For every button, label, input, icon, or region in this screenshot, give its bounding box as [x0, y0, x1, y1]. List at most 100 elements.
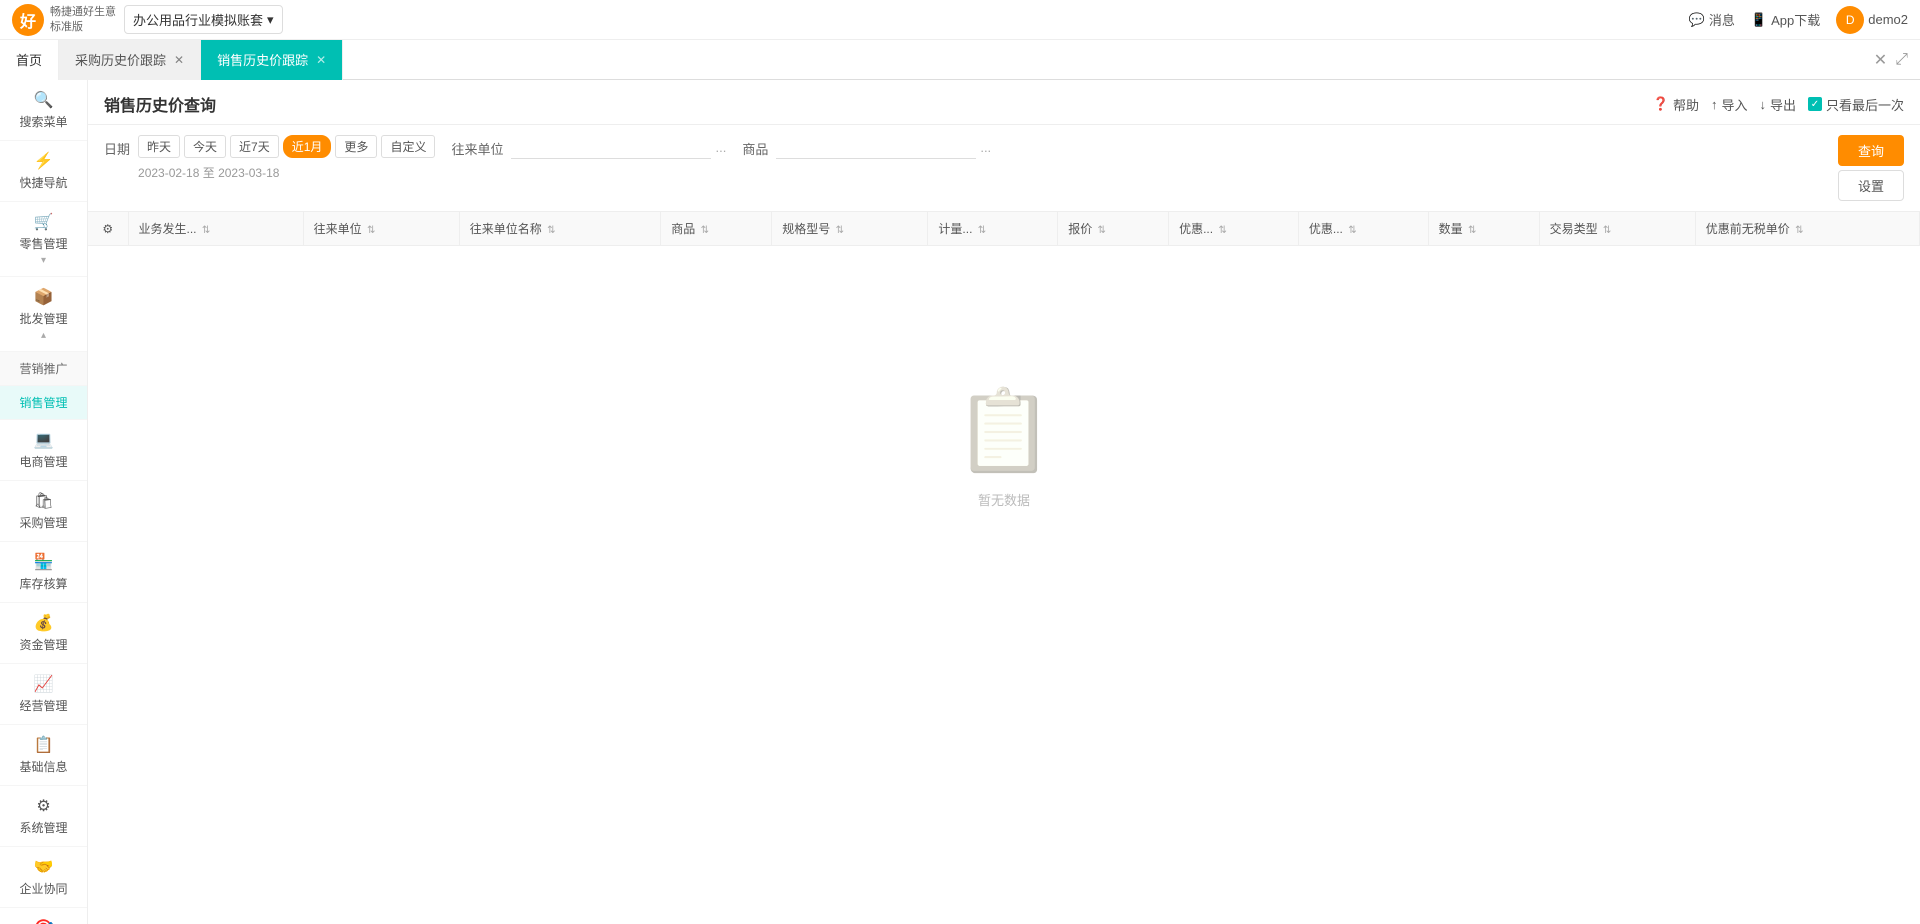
product-picker-icon[interactable]: ... — [980, 140, 991, 155]
app-selector[interactable]: 办公用品行业模拟账套 ▾ — [124, 5, 283, 34]
close-sales-tab-icon[interactable]: ✕ — [316, 53, 326, 67]
product-input-group: ... — [776, 135, 991, 159]
page-actions: ❓ 帮助 ↑ 导入 ↓ 导出 ✓ 只看最后一次 — [1653, 95, 1904, 114]
th-biz-date[interactable]: 业务发生... ⇅ — [128, 212, 303, 246]
sidebar-item-purchase-mgmt[interactable]: 🛍 采购管理 — [0, 481, 87, 542]
sort-icon-product: ⇅ — [701, 225, 709, 236]
date-btn-custom[interactable]: 自定义 — [381, 135, 435, 158]
system-icon: ⚙ — [36, 796, 50, 816]
close-purchase-tab-icon[interactable]: ✕ — [174, 53, 184, 67]
product-input[interactable] — [776, 135, 976, 159]
date-filter-group: 日期 昨天 今天 近7天 近1月 更多 自定义 2023-02-18 至 202… — [104, 135, 435, 181]
sort-icon-spec: ⇅ — [836, 225, 844, 236]
export-icon: ↓ — [1759, 97, 1766, 112]
sort-icon-trade-type: ⇅ — [1603, 225, 1611, 236]
query-button[interactable]: 查询 — [1838, 135, 1904, 166]
sort-icon-quantity: ⇅ — [1468, 225, 1476, 236]
quick-nav-icon: ⚡ — [34, 151, 54, 171]
sidebar-item-finance[interactable]: 💰 资金管理 — [0, 603, 87, 664]
counterpart-picker-icon[interactable]: ... — [715, 140, 726, 155]
sidebar-item-operations[interactable]: 📈 经营管理 — [0, 664, 87, 725]
th-unit[interactable]: 计量... ⇅ — [928, 212, 1058, 246]
date-btn-7days[interactable]: 近7天 — [230, 135, 279, 158]
sidebar-item-wholesale-mgmt[interactable]: 📦 批发管理 ▴ — [0, 277, 87, 352]
tab-right-actions: ✕ ⤢ — [1874, 50, 1920, 70]
finance-icon: 💰 — [34, 613, 54, 633]
tab-purchase-history[interactable]: 采购历史价跟踪 ✕ — [59, 40, 201, 80]
sidebar-item-sales-mgmt[interactable]: 销售管理 — [0, 386, 87, 420]
sort-icon-quote: ⇅ — [1098, 225, 1106, 236]
sidebar-item-inventory[interactable]: 🏪 库存核算 — [0, 542, 87, 603]
product-label: 商品 — [742, 135, 768, 158]
sidebar-item-ecom-mgmt[interactable]: 💻 电商管理 — [0, 420, 87, 481]
date-btn-more[interactable]: 更多 — [335, 135, 377, 158]
counterpart-input[interactable] — [511, 135, 711, 159]
sort-icon-discount1: ⇅ — [1218, 225, 1226, 236]
close-window-icon[interactable]: ✕ — [1874, 50, 1887, 70]
logo-icon: 好 — [12, 4, 44, 36]
th-quantity[interactable]: 数量 ⇅ — [1428, 212, 1539, 246]
topbar-right: 💬 消息 📱 App下载 D demo2 — [1689, 6, 1908, 34]
date-btn-yesterday[interactable]: 昨天 — [138, 135, 180, 158]
th-product[interactable]: 商品 ⇅ — [661, 212, 772, 246]
sidebar-item-search-menu[interactable]: 🔍 搜索菜单 — [0, 80, 87, 141]
topbar: 好 畅捷通好生意 标准版 办公用品行业模拟账套 ▾ 💬 消息 📱 App下载 D… — [0, 0, 1920, 40]
table-container: ⚙ 业务发生... ⇅ 往来单位 ⇅ 往来单位名称 ⇅ — [88, 212, 1920, 924]
sidebar-item-marketing-promo[interactable]: 营销推广 — [0, 352, 87, 386]
counterpart-label: 往来单位 — [451, 135, 503, 158]
th-counterpart[interactable]: 往来单位 ⇅ — [303, 212, 459, 246]
th-quote[interactable]: 报价 ⇅ — [1058, 212, 1169, 246]
chevron-up-icon: ▴ — [41, 330, 46, 341]
settings-button[interactable]: 设置 — [1838, 170, 1904, 201]
tab-home[interactable]: 首页 — [0, 40, 59, 80]
th-counterpart-name[interactable]: 往来单位名称 ⇅ — [459, 212, 661, 246]
page-title: 销售历史价查询 — [104, 92, 216, 116]
th-discount2[interactable]: 优惠... ⇅ — [1298, 212, 1428, 246]
date-range-display: 2023-02-18 至 2023-03-18 — [138, 164, 435, 181]
sidebar-item-new-guide[interactable]: 🎯 新手引导 — [0, 908, 87, 924]
chevron-down-icon: ▾ — [267, 12, 274, 28]
th-settings[interactable]: ⚙ — [88, 212, 128, 246]
import-icon: ↑ — [1711, 97, 1718, 112]
filter-bar: 日期 昨天 今天 近7天 近1月 更多 自定义 2023-02-18 至 202… — [88, 125, 1920, 212]
wholesale-icon: 📦 — [34, 287, 54, 307]
message-button[interactable]: 💬 消息 — [1689, 10, 1735, 29]
topbar-left: 好 畅捷通好生意 标准版 办公用品行业模拟账套 ▾ — [12, 4, 283, 36]
user-profile[interactable]: D demo2 — [1836, 6, 1908, 34]
date-btn-1month[interactable]: 近1月 — [283, 135, 332, 158]
import-button[interactable]: ↑ 导入 — [1711, 95, 1748, 114]
export-button[interactable]: ↓ 导出 — [1759, 95, 1796, 114]
sidebar-item-retail-mgmt[interactable]: 🛒 零售管理 ▾ — [0, 202, 87, 277]
maximize-icon[interactable]: ⤢ — [1895, 51, 1908, 69]
empty-state: 📋 暂无数据 — [88, 246, 1920, 646]
data-table: ⚙ 业务发生... ⇅ 往来单位 ⇅ 往来单位名称 ⇅ — [88, 212, 1920, 246]
table-header: ⚙ 业务发生... ⇅ 往来单位 ⇅ 往来单位名称 ⇅ — [88, 212, 1920, 246]
message-icon: 💬 — [1689, 12, 1705, 28]
search-icon: 🔍 — [34, 90, 54, 110]
app-download-button[interactable]: 📱 App下载 — [1751, 10, 1820, 29]
th-spec[interactable]: 规格型号 ⇅ — [772, 212, 928, 246]
sidebar-item-enterprise-collab[interactable]: 🤝 企业协同 — [0, 847, 87, 908]
date-btn-today[interactable]: 今天 — [184, 135, 226, 158]
sort-icon-discount2: ⇅ — [1348, 225, 1356, 236]
logo-text: 畅捷通好生意 标准版 — [50, 5, 116, 34]
logo-area: 好 畅捷通好生意 标准版 — [12, 4, 116, 36]
collab-icon: 🤝 — [34, 857, 54, 877]
page-header: 销售历史价查询 ❓ 帮助 ↑ 导入 ↓ 导出 ✓ — [88, 80, 1920, 125]
sort-icon-counterpart: ⇅ — [367, 225, 375, 236]
help-button[interactable]: ❓ 帮助 — [1653, 95, 1699, 114]
th-trade-type[interactable]: 交易类型 ⇅ — [1539, 212, 1695, 246]
th-pre-discount-price[interactable]: 优惠前无税单价 ⇅ — [1695, 212, 1919, 246]
only-last-checkbox[interactable]: ✓ 只看最后一次 — [1808, 95, 1904, 114]
ecom-icon: 💻 — [34, 430, 54, 450]
th-discount1[interactable]: 优惠... ⇅ — [1169, 212, 1299, 246]
sidebar-item-quick-nav[interactable]: ⚡ 快捷导航 — [0, 141, 87, 202]
sidebar-item-basic-info[interactable]: 📋 基础信息 — [0, 725, 87, 786]
table-header-row: ⚙ 业务发生... ⇅ 往来单位 ⇅ 往来单位名称 ⇅ — [88, 212, 1920, 246]
guide-icon: 🎯 — [34, 918, 54, 924]
counterpart-filter-group: 往来单位 ... — [451, 135, 726, 159]
tab-sales-history[interactable]: 销售历史价跟踪 ✕ — [201, 40, 343, 80]
sidebar-item-system-mgmt[interactable]: ⚙ 系统管理 — [0, 786, 87, 847]
empty-illustration: 📋 — [954, 384, 1054, 478]
sort-icon-counterpart-name: ⇅ — [547, 225, 555, 236]
